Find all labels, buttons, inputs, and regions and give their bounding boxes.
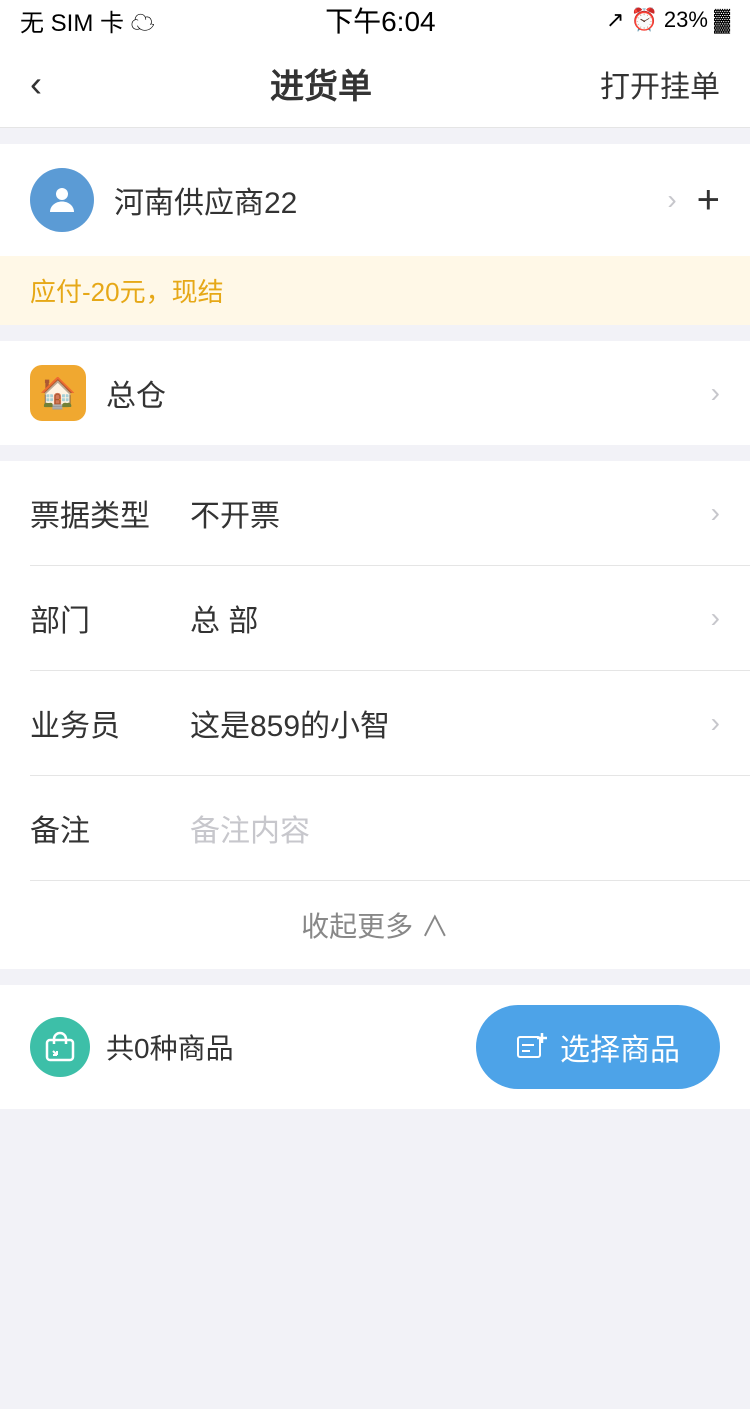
alarm-icon: ⏰ (630, 7, 657, 33)
warehouse-icon-wrap: 🏠 (30, 365, 86, 421)
department-chevron-icon: › (711, 602, 720, 634)
invoice-type-row[interactable]: 票据类型 不开票 › (0, 461, 750, 565)
invoice-type-label: 票据类型 (30, 491, 190, 535)
open-pending-button[interactable]: 打开挂单 (600, 62, 720, 106)
remark-label: 备注 (30, 806, 190, 850)
nav-bar: ‹ 进货单 打开挂单 (0, 40, 750, 128)
invoice-type-value: 不开票 (190, 491, 711, 535)
collapse-button[interactable]: 收起更多 ∧ (0, 881, 750, 969)
section-gap-1 (0, 128, 750, 144)
product-icon-wrap (30, 1017, 90, 1077)
warehouse-name: 总仓 (106, 371, 711, 415)
supplier-name: 河南供应商22 (114, 178, 667, 222)
warehouse-section: 🏠 总仓 › (0, 341, 750, 445)
signal-text: 无 SIM 卡 ☁ (20, 3, 155, 38)
remark-row[interactable]: 备注 备注内容 (0, 776, 750, 880)
department-label: 部门 (30, 596, 190, 640)
supplier-chevron-icon: › (667, 184, 676, 216)
section-gap-3 (0, 445, 750, 461)
page-title: 进货单 (270, 59, 372, 108)
location-icon: ↗ (606, 7, 624, 33)
invoice-chevron-icon: › (711, 497, 720, 529)
add-supplier-button[interactable]: + (697, 178, 720, 223)
warehouse-chevron-icon: › (711, 377, 720, 409)
product-count-wrap: 共0种商品 (30, 1017, 234, 1077)
product-count-text: 共0种商品 (106, 1027, 234, 1067)
salesman-chevron-icon: › (711, 707, 720, 739)
remark-placeholder: 备注内容 (190, 806, 720, 850)
salesman-row[interactable]: 业务员 这是859的小智 › (0, 671, 750, 775)
battery-text: 23% (664, 7, 708, 33)
form-section: 票据类型 不开票 › 部门 总 部 › 业务员 这是859的小智 › 备注 备注… (0, 461, 750, 969)
bottom-bar: 共0种商品 选择商品 (0, 985, 750, 1109)
status-left: 无 SIM 卡 ☁ (20, 3, 155, 38)
department-value: 总 部 (190, 596, 711, 640)
supplier-avatar (30, 168, 94, 232)
select-product-label: 选择商品 (560, 1025, 680, 1069)
supplier-section: 河南供应商22 › + 应付-20元，现结 (0, 144, 750, 325)
shopping-bag-icon (43, 1030, 77, 1064)
battery-icon: ▓ (714, 7, 730, 33)
house-icon: 🏠 (39, 376, 76, 411)
status-right: ↗ ⏰ 23% ▓ (606, 7, 730, 33)
salesman-value: 这是859的小智 (190, 701, 711, 745)
notice-bar: 应付-20元，现结 (0, 256, 750, 325)
section-gap-2 (0, 325, 750, 341)
department-row[interactable]: 部门 总 部 › (0, 566, 750, 670)
salesman-label: 业务员 (30, 701, 190, 745)
select-product-icon (516, 1031, 548, 1063)
warehouse-row[interactable]: 🏠 总仓 › (0, 341, 750, 445)
status-time: 下午6:04 (325, 0, 436, 40)
back-button[interactable]: ‹ (30, 63, 42, 105)
status-bar: 无 SIM 卡 ☁ 下午6:04 ↗ ⏰ 23% ▓ (0, 0, 750, 40)
gray-fill-area (0, 1109, 750, 1409)
supplier-row[interactable]: 河南供应商22 › + (0, 144, 750, 256)
person-icon (44, 182, 80, 218)
select-product-button[interactable]: 选择商品 (476, 1005, 720, 1089)
